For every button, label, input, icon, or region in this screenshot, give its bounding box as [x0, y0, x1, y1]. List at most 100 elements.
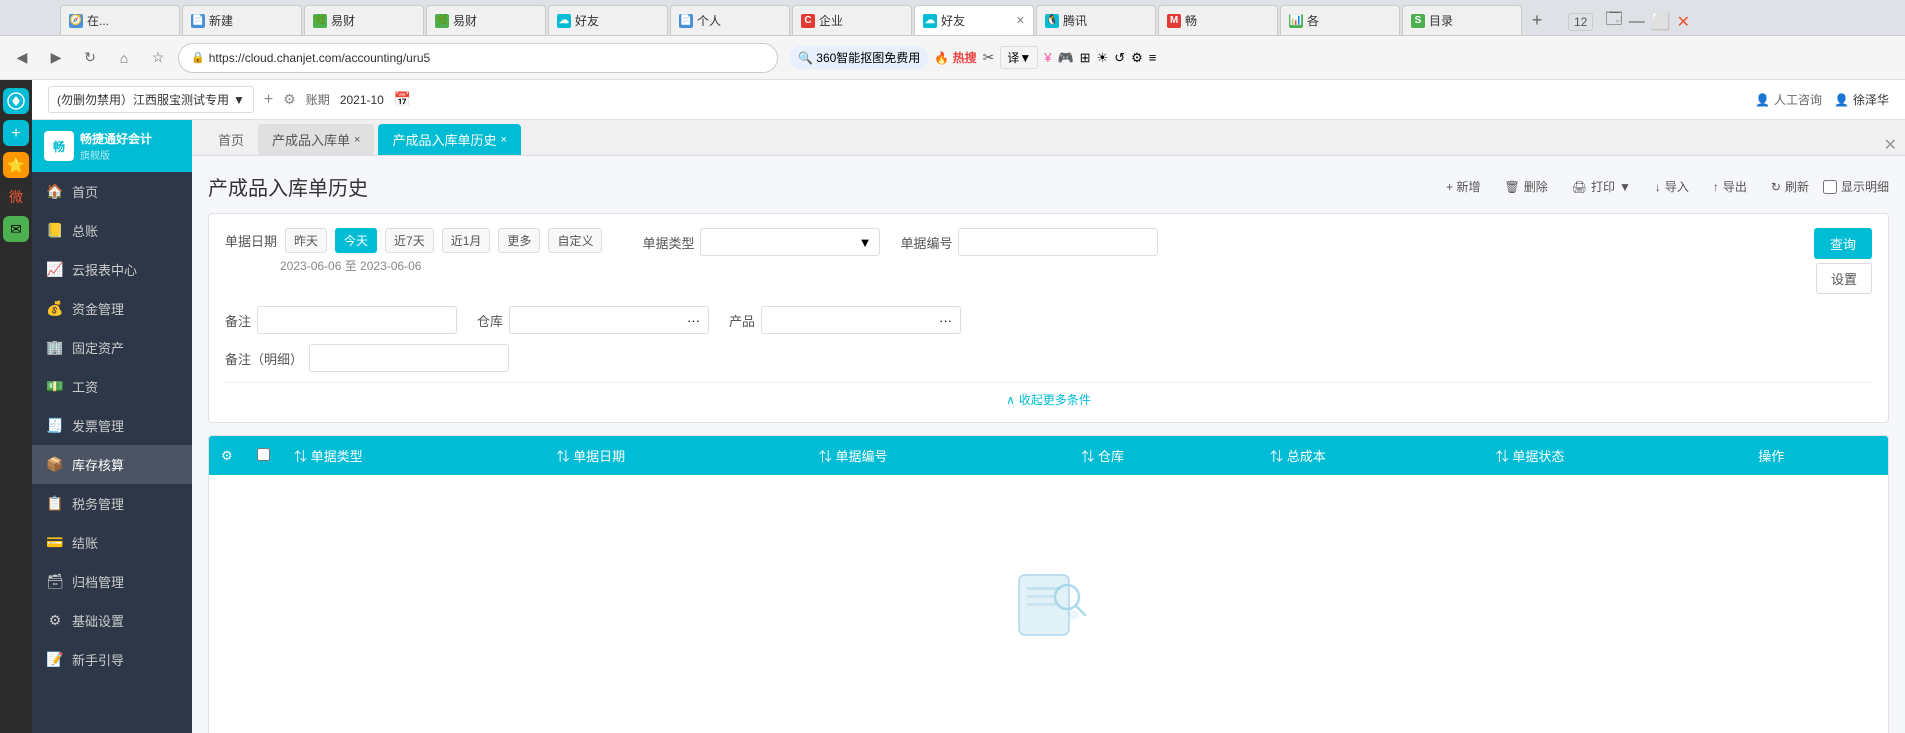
date-7days[interactable]: 近7天: [385, 228, 434, 253]
refresh-btn[interactable]: ↺: [1114, 50, 1125, 66]
sidebar-item-fund[interactable]: 💰 资金管理: [32, 289, 192, 328]
tab-12[interactable]: S 目录: [1402, 5, 1522, 35]
display-col-toggle[interactable]: 显示明细: [1823, 178, 1889, 195]
select-all-checkbox[interactable]: [257, 448, 270, 461]
company-selector[interactable]: (勿删勿禁用）江西服宝测试专用 ▼: [48, 86, 254, 113]
tab-4[interactable]: 🌿 易财: [426, 5, 546, 35]
th-warehouse[interactable]: ⇅ 仓库: [1069, 436, 1258, 475]
home-button[interactable]: ⌂: [110, 44, 138, 72]
filter-settings-button[interactable]: 设置: [1816, 263, 1872, 294]
date-custom[interactable]: 自定义: [548, 228, 602, 253]
tab-10[interactable]: M 畅: [1158, 5, 1278, 35]
url-bar[interactable]: 🔒 https://cloud.chanjet.com/accounting/u…: [178, 43, 778, 73]
tab-1[interactable]: 🧭 在...: [60, 5, 180, 35]
username: 徐泽华: [1853, 91, 1889, 108]
grid-btn[interactable]: ⊞: [1080, 50, 1091, 66]
sidebar-item-report[interactable]: 📈 云报表中心: [32, 250, 192, 289]
sidebar-item-general[interactable]: 📒 总账: [32, 211, 192, 250]
app-icon-weibo[interactable]: 微: [3, 184, 29, 210]
type-select[interactable]: ▼: [700, 228, 880, 256]
export-button[interactable]: ↑ 导出: [1703, 173, 1757, 200]
th-cost[interactable]: ⇅ 总成本: [1258, 436, 1484, 475]
th-type[interactable]: ⇅ 单据类型: [282, 436, 544, 475]
more-btn[interactable]: ≡: [1149, 50, 1157, 65]
hot-search[interactable]: 🔥 热搜: [934, 49, 976, 66]
tab-6[interactable]: 📄 个人: [670, 5, 790, 35]
app-icon-chanjet[interactable]: [3, 88, 29, 114]
display-col-checkbox[interactable]: [1823, 180, 1837, 194]
back-button[interactable]: ◀: [8, 44, 36, 72]
scissor-icon[interactable]: ✂: [983, 49, 995, 66]
date-today[interactable]: 今天: [335, 228, 377, 253]
minimize-icon[interactable]: —: [1629, 13, 1645, 31]
app-icon-star[interactable]: ⭐: [3, 152, 29, 178]
tab-9[interactable]: 🐧 腾讯: [1036, 5, 1156, 35]
sidebar-item-inventory[interactable]: 📦 库存核算: [32, 445, 192, 484]
tab-8-close[interactable]: ✕: [1016, 14, 1025, 27]
print-button[interactable]: 🖨 打印 ▼: [1562, 173, 1641, 200]
warehouse-select[interactable]: ···: [509, 306, 709, 334]
date-more[interactable]: 更多: [498, 228, 540, 253]
detail-remark-input[interactable]: [309, 344, 509, 372]
date-1month[interactable]: 近1月: [442, 228, 491, 253]
th-number[interactable]: ⇅ 单据编号: [807, 436, 1069, 475]
tab-3[interactable]: 🌿 易财: [304, 5, 424, 35]
th-settings[interactable]: ⚙: [209, 436, 245, 475]
th-status[interactable]: ⇅ 单据状态: [1484, 436, 1746, 475]
breadcrumb-home[interactable]: 首页: [204, 124, 258, 155]
sidebar-item-fixed[interactable]: 🏢 固定资产: [32, 328, 192, 367]
sidebar-item-tax[interactable]: 📋 税务管理: [32, 484, 192, 523]
breadcrumb-tab-list-close[interactable]: ×: [354, 134, 360, 146]
delete-button[interactable]: 🗑 删除: [1494, 173, 1557, 200]
refresh-button[interactable]: ↻ 刷新: [1761, 173, 1819, 200]
sidebar-item-checkout[interactable]: 💳 结账: [32, 523, 192, 562]
calendar-icon[interactable]: 📅: [394, 91, 411, 108]
add-company-button[interactable]: +: [264, 91, 273, 109]
breadcrumb-tab-history[interactable]: 产成品入库单历史 ×: [378, 124, 520, 155]
user-info[interactable]: 👤 徐泽华: [1834, 91, 1889, 108]
settings-icon-btn[interactable]: ⚙: [283, 91, 296, 108]
app-icon-mail[interactable]: ✉: [3, 216, 29, 242]
th-checkbox[interactable]: [245, 436, 282, 475]
translate-btn[interactable]: 译▼: [1000, 46, 1038, 69]
game-btn[interactable]: 🎮: [1057, 50, 1073, 66]
app-icon-plus[interactable]: +: [3, 120, 29, 146]
tab-2[interactable]: 📄 新建: [182, 5, 302, 35]
restore-icon[interactable]: 🗔: [1605, 8, 1622, 35]
reload-button[interactable]: ↻: [76, 44, 104, 72]
brightness-btn[interactable]: ☀: [1097, 50, 1109, 66]
sidebar-item-home[interactable]: 🏠 首页: [32, 172, 192, 211]
sidebar-item-basic[interactable]: ⚙ 基础设置: [32, 601, 192, 640]
breadcrumb-tab-history-close[interactable]: ×: [500, 134, 506, 146]
import-button[interactable]: ↓ 导入: [1645, 173, 1699, 200]
th-date[interactable]: ⇅ 单据日期: [544, 436, 806, 475]
product-select[interactable]: ···: [761, 306, 961, 334]
number-input[interactable]: [958, 228, 1158, 256]
sidebar-item-newbill[interactable]: 📝 新手引导: [32, 640, 192, 679]
tab-11[interactable]: 📊 各: [1280, 5, 1400, 35]
sidebar-item-salary[interactable]: 💵 工资: [32, 367, 192, 406]
tab-7[interactable]: C 企业: [792, 5, 912, 35]
query-button[interactable]: 查询: [1814, 228, 1872, 259]
maximize-icon[interactable]: ⬜: [1651, 12, 1671, 32]
add-button[interactable]: + 新增: [1436, 173, 1490, 200]
consulting-btn[interactable]: 👤 人工咨询: [1755, 91, 1822, 108]
date-yesterday[interactable]: 昨天: [285, 228, 327, 253]
tab-5[interactable]: ☁ 好友: [548, 5, 668, 35]
bookmark-button[interactable]: ☆: [144, 44, 172, 72]
tab-count-btn[interactable]: 12: [1560, 9, 1601, 35]
collapse-button[interactable]: ∧ 收起更多条件: [1006, 391, 1091, 408]
new-tab-button[interactable]: +: [1522, 5, 1552, 35]
close-all-tabs[interactable]: ✕: [1884, 135, 1897, 155]
sidebar-item-archive[interactable]: 🗃 归档管理: [32, 562, 192, 601]
360-search[interactable]: 🔍 360智能抠图免费用: [790, 46, 928, 69]
remark-input[interactable]: [257, 306, 457, 334]
forward-button[interactable]: ▶: [42, 44, 70, 72]
settings-browser-btn[interactable]: ⚙: [1131, 50, 1143, 66]
yuan-btn[interactable]: ¥: [1044, 50, 1051, 65]
breadcrumb-tab-list[interactable]: 产成品入库单 ×: [258, 124, 374, 155]
sidebar-item-invoice[interactable]: 🧾 发票管理: [32, 406, 192, 445]
tab-8[interactable]: ☁ 好友 ✕: [914, 5, 1034, 35]
close-window-icon[interactable]: ✕: [1677, 12, 1690, 32]
period-value[interactable]: 2021-10: [340, 93, 384, 107]
